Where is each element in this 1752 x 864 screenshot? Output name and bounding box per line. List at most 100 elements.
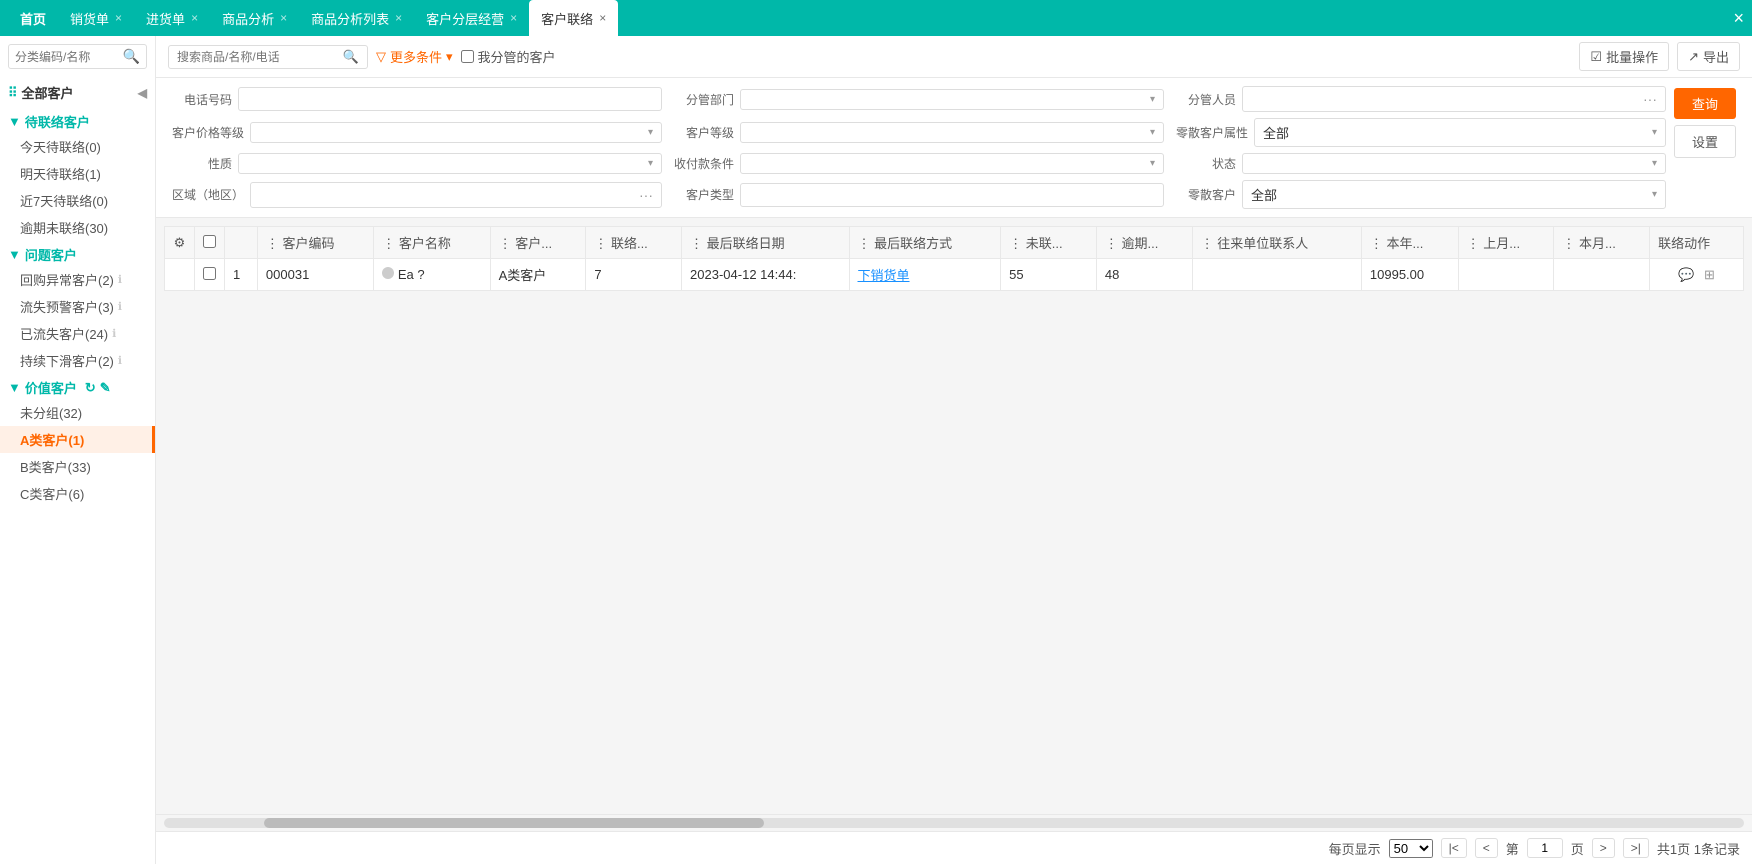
tab-customer-contact[interactable]: 客户联络 × bbox=[529, 0, 618, 36]
tab-home[interactable]: 首页 bbox=[8, 0, 58, 36]
all-customers-header[interactable]: ⠿ 全部客户 ◀ bbox=[0, 77, 155, 108]
last-page-button[interactable]: >| bbox=[1623, 838, 1649, 858]
customer-level-dropdown[interactable]: ▾ bbox=[740, 122, 1164, 143]
col-settings[interactable]: ⚙ bbox=[165, 227, 195, 259]
chevron-down-icon: ▾ bbox=[446, 49, 453, 65]
search-box[interactable]: 🔍 bbox=[168, 45, 368, 69]
sidebar-search-input[interactable] bbox=[15, 50, 119, 64]
table-row: 1 000031 Ea ? A类客户 7 2023-04-12 14:44: 下… bbox=[165, 259, 1744, 291]
col-this-year[interactable]: ⋮ 本年... bbox=[1361, 227, 1458, 259]
pending-contact-group-label[interactable]: ▼ 待联络客户 bbox=[0, 108, 155, 133]
sidebar-search-box[interactable]: 🔍 bbox=[8, 44, 147, 69]
batch-operation-button[interactable]: ☑ 批量操作 bbox=[1579, 42, 1669, 71]
close-sales-order[interactable]: × bbox=[115, 11, 122, 25]
status-dropdown[interactable]: ▾ bbox=[1242, 153, 1666, 174]
scroll-thumb[interactable] bbox=[264, 818, 764, 828]
search-icon-main: 🔍 bbox=[343, 49, 359, 65]
first-page-button[interactable]: |< bbox=[1441, 838, 1467, 858]
dots-icon-manager[interactable]: ··· bbox=[1643, 91, 1657, 107]
page-number-input[interactable] bbox=[1527, 838, 1563, 858]
nature-label: 性质 bbox=[172, 155, 232, 172]
col-index bbox=[225, 227, 258, 259]
col-this-month[interactable]: ⋮ 本月... bbox=[1554, 227, 1650, 259]
sidebar-item-today-pending[interactable]: 今天待联络(0) bbox=[0, 133, 155, 160]
customer-level-label: 客户等级 bbox=[674, 124, 734, 141]
query-button[interactable]: 查询 bbox=[1674, 88, 1736, 119]
sidebar-item-a-class[interactable]: A类客户(1) bbox=[0, 426, 155, 453]
my-customers-checkbox[interactable] bbox=[461, 50, 474, 63]
row-contact-action[interactable]: 💬 ⊞ bbox=[1650, 259, 1744, 291]
retail-customer-dropdown[interactable]: 全部 ▾ bbox=[1242, 180, 1666, 209]
sidebar-item-c-class[interactable]: C类客户(6) bbox=[0, 480, 155, 507]
close-product-analysis-list[interactable]: × bbox=[395, 11, 402, 25]
region-input[interactable]: ··· bbox=[250, 182, 662, 208]
price-level-dropdown[interactable]: ▾ bbox=[250, 122, 662, 143]
problem-group-label[interactable]: ▼ 问题客户 bbox=[0, 241, 155, 266]
phone-input[interactable] bbox=[238, 87, 662, 111]
export-button[interactable]: ↗ 导出 bbox=[1677, 42, 1740, 71]
info-icon: ℹ bbox=[118, 273, 122, 286]
col-last-contact-method[interactable]: ⋮ 最后联络方式 bbox=[849, 227, 1001, 259]
tab-sales-order[interactable]: 销货单 × bbox=[58, 0, 134, 36]
refresh-icon[interactable]: ↻ bbox=[85, 380, 96, 396]
close-customer-tier[interactable]: × bbox=[510, 11, 517, 25]
row-last-contact-method[interactable]: 下销货单 bbox=[849, 259, 1001, 291]
customer-type-label: 客户类型 bbox=[674, 186, 734, 203]
sidebar-item-overdue-pending[interactable]: 逾期未联络(30) bbox=[0, 214, 155, 241]
close-purchase-order[interactable]: × bbox=[191, 11, 198, 25]
grid-icon[interactable]: ⊞ bbox=[1704, 267, 1715, 282]
sidebar-item-loss-warning[interactable]: 流失预警客户(3) ℹ bbox=[0, 293, 155, 320]
sidebar-item-declining-customer[interactable]: 持续下滑客户(2) ℹ bbox=[0, 347, 155, 374]
close-product-analysis[interactable]: × bbox=[280, 11, 287, 25]
my-customers-filter[interactable]: 我分管的客户 bbox=[461, 47, 556, 66]
col-history-contact[interactable]: ⋮ 往来单位联系人 bbox=[1192, 227, 1361, 259]
sidebar-item-tomorrow-pending[interactable]: 明天待联络(1) bbox=[0, 160, 155, 187]
col-contact-action[interactable]: 联络动作 bbox=[1650, 227, 1744, 259]
horizontal-scrollbar[interactable] bbox=[156, 814, 1752, 831]
tab-customer-tier[interactable]: 客户分层经营 × bbox=[414, 0, 529, 36]
prev-page-button[interactable]: < bbox=[1475, 838, 1498, 858]
sidebar-item-b-class[interactable]: B类客户(33) bbox=[0, 453, 155, 480]
col-overdue[interactable]: ⋮ 逾期... bbox=[1096, 227, 1192, 259]
col-contact-count[interactable]: ⋮ 联络... bbox=[586, 227, 682, 259]
dept-dropdown[interactable]: ▾ bbox=[740, 89, 1164, 110]
close-all-button[interactable]: × bbox=[1733, 8, 1744, 29]
page-size-select[interactable]: 50 100 200 bbox=[1389, 839, 1433, 858]
edit-icon[interactable]: ✎ bbox=[100, 380, 111, 396]
sidebar-item-unclassified[interactable]: 未分组(32) bbox=[0, 399, 155, 426]
col-customer-name[interactable]: ⋮ 客户名称 bbox=[374, 227, 490, 259]
value-group-label[interactable]: ▼ 价值客户 ↻ ✎ bbox=[0, 374, 155, 399]
phone-label: 电话号码 bbox=[172, 91, 232, 108]
row-checkbox[interactable] bbox=[195, 259, 225, 291]
more-filters-button[interactable]: ▽ 更多条件 ▾ bbox=[376, 47, 453, 66]
retail-attr-dropdown[interactable]: 全部 ▾ bbox=[1254, 118, 1666, 147]
chevron-down-status: ▾ bbox=[1652, 158, 1657, 169]
sidebar-item-lost-customer[interactable]: 已流失客户(24) ℹ bbox=[0, 320, 155, 347]
tab-product-analysis-list[interactable]: 商品分析列表 × bbox=[299, 0, 414, 36]
col-last-contact-date[interactable]: ⋮ 最后联络日期 bbox=[682, 227, 849, 259]
manager-input[interactable]: ··· bbox=[1242, 86, 1666, 112]
row-customer-level: A类客户 bbox=[490, 259, 586, 291]
sidebar-item-7day-pending[interactable]: 近7天待联络(0) bbox=[0, 187, 155, 214]
tab-product-analysis[interactable]: 商品分析 × bbox=[210, 0, 299, 36]
settings-button[interactable]: 设置 bbox=[1674, 125, 1736, 158]
chevron-down-retail: ▾ bbox=[1652, 127, 1657, 138]
tab-purchase-order[interactable]: 进货单 × bbox=[134, 0, 210, 36]
col-last-month[interactable]: ⋮ 上月... bbox=[1458, 227, 1554, 259]
next-page-button[interactable]: > bbox=[1592, 838, 1615, 858]
close-customer-contact[interactable]: × bbox=[599, 11, 606, 25]
payment-dropdown[interactable]: ▾ bbox=[740, 153, 1164, 174]
col-customer-level[interactable]: ⋮ 客户... bbox=[490, 227, 586, 259]
customer-type-input[interactable] bbox=[740, 183, 1164, 207]
select-all-checkbox[interactable] bbox=[203, 235, 216, 248]
sidebar-item-abnormal-repurchase[interactable]: 回购异常客户(2) ℹ bbox=[0, 266, 155, 293]
payment-label: 收付款条件 bbox=[674, 155, 734, 172]
collapse-icon[interactable]: ◀ bbox=[138, 86, 147, 100]
col-customer-code[interactable]: ⋮ 客户编码 bbox=[257, 227, 373, 259]
search-input[interactable] bbox=[177, 50, 339, 64]
dots-icon-region[interactable]: ··· bbox=[639, 187, 653, 203]
message-icon[interactable]: 💬 bbox=[1678, 267, 1694, 282]
row-select-checkbox[interactable] bbox=[203, 267, 216, 280]
col-no-contact[interactable]: ⋮ 未联... bbox=[1001, 227, 1097, 259]
nature-dropdown[interactable]: ▾ bbox=[238, 153, 662, 174]
